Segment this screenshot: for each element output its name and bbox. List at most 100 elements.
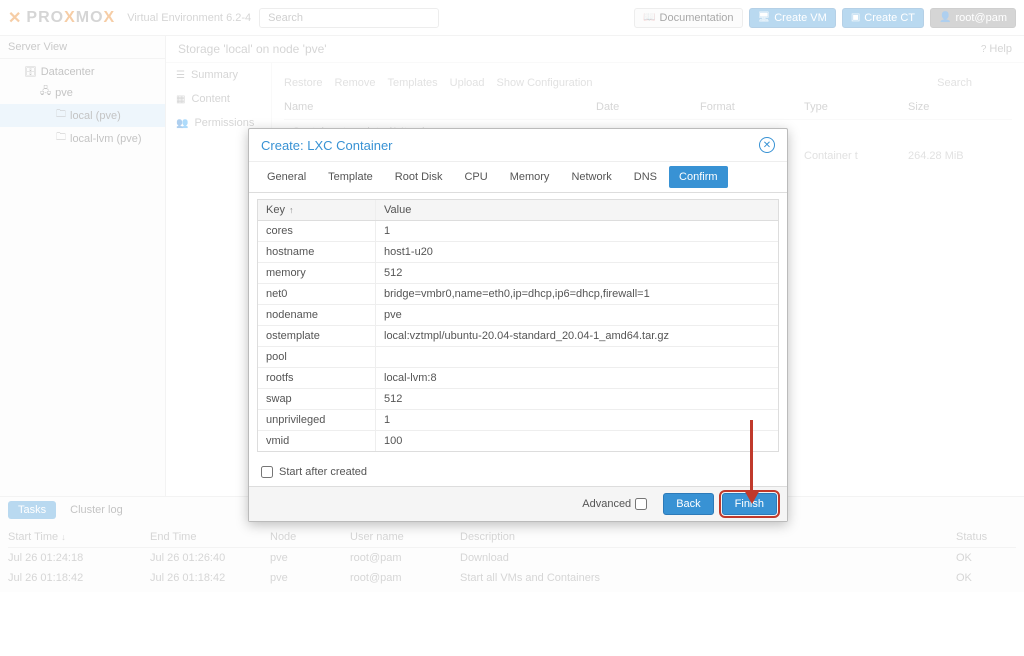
advanced-label: Advanced — [582, 498, 631, 510]
tree-node-pve[interactable]: 🖧pve — [0, 81, 165, 104]
modal-footer: Advanced Back Finish — [249, 486, 787, 521]
book-icon: 📖 — [643, 12, 655, 23]
advanced-checkbox[interactable] — [635, 498, 647, 510]
node-icon: 🖧 — [40, 84, 51, 101]
config-value: local:vztmpl/ubuntu-20.04-standard_20.04… — [376, 326, 778, 346]
config-row[interactable]: nodenamepve — [258, 305, 778, 326]
tab-summary[interactable]: ☰Summary — [166, 63, 271, 87]
search-input[interactable] — [259, 8, 439, 28]
config-table: Key↑ Value cores1hostnamehost1-u20memory… — [257, 199, 779, 452]
tab-tasks[interactable]: Tasks — [8, 501, 56, 519]
col-end-time[interactable]: End Time — [150, 531, 270, 543]
help-button[interactable]: ?Help — [981, 42, 1012, 56]
config-value: pve — [376, 305, 778, 325]
wizard-tab-confirm[interactable]: Confirm — [669, 166, 728, 188]
wizard-tab-template[interactable]: Template — [318, 166, 383, 188]
col-value[interactable]: Value — [376, 200, 778, 220]
cube-icon: ▣ — [851, 12, 860, 23]
start-after-created-label: Start after created — [279, 466, 367, 478]
sidebar-view-selector[interactable]: Server View — [0, 36, 165, 59]
config-value: 1 — [376, 410, 778, 430]
wizard-tab-network[interactable]: Network — [561, 166, 621, 188]
tree-datacenter[interactable]: 🗄Datacenter — [0, 63, 165, 81]
config-row[interactable]: swap512 — [258, 389, 778, 410]
storage-icon: 🗀 — [56, 107, 66, 124]
show-config-button[interactable]: Show Configuration — [497, 77, 593, 89]
config-row[interactable]: ostemplatelocal:vztmpl/ubuntu-20.04-stan… — [258, 326, 778, 347]
config-row[interactable]: net0bridge=vmbr0,name=eth0,ip=dhcp,ip6=d… — [258, 284, 778, 305]
wizard-tab-cpu[interactable]: CPU — [454, 166, 497, 188]
config-row[interactable]: unprivileged1 — [258, 410, 778, 431]
task-row[interactable]: Jul 26 01:24:18Jul 26 01:26:40pveroot@pa… — [8, 548, 1016, 568]
task-row[interactable]: Jul 26 01:18:42Jul 26 01:18:42pveroot@pa… — [8, 568, 1016, 588]
sort-down-icon: ↓ — [61, 532, 66, 542]
config-key: cores — [258, 221, 376, 241]
content-header: Storage 'local' on node 'pve' ?Help — [166, 36, 1024, 63]
col-description[interactable]: Description — [460, 531, 956, 543]
col-node[interactable]: Node — [270, 531, 350, 543]
config-value: 1 — [376, 221, 778, 241]
product-name: Virtual Environment 6.2-4 — [127, 12, 251, 24]
config-key: vmid — [258, 431, 376, 451]
logo: ✕ PROXMOX — [8, 8, 115, 28]
col-start-time[interactable]: Start Time ↓ — [8, 531, 150, 543]
config-key: pool — [258, 347, 376, 367]
col-type[interactable]: Type — [804, 101, 908, 113]
remove-button[interactable]: Remove — [335, 77, 376, 89]
config-key: unprivileged — [258, 410, 376, 430]
wizard-tab-general[interactable]: General — [257, 166, 316, 188]
col-size[interactable]: Size — [908, 101, 1012, 113]
close-icon: ✕ — [763, 140, 771, 151]
close-button[interactable]: ✕ — [759, 137, 775, 153]
server-icon: 🗄 — [24, 67, 37, 78]
config-value: 512 — [376, 263, 778, 283]
content-table-header: Name Date Format Type Size — [284, 95, 1012, 120]
monitor-icon: 🖥 — [758, 12, 771, 23]
tab-content[interactable]: ▦Content — [166, 87, 271, 111]
start-after-created-checkbox[interactable] — [261, 466, 273, 478]
config-row[interactable]: hostnamehost1-u20 — [258, 242, 778, 263]
tab-cluster-log[interactable]: Cluster log — [60, 501, 133, 519]
col-name[interactable]: Name — [284, 101, 596, 113]
config-value: 512 — [376, 389, 778, 409]
upload-button[interactable]: Upload — [450, 77, 485, 89]
create-ct-button[interactable]: ▣Create CT — [842, 8, 924, 28]
tree-storage-local[interactable]: 🗀local (pve) — [0, 104, 165, 127]
user-menu-button[interactable]: 👤root@pam — [930, 8, 1016, 28]
config-key: hostname — [258, 242, 376, 262]
wizard-tab-root-disk[interactable]: Root Disk — [385, 166, 453, 188]
col-format[interactable]: Format — [700, 101, 804, 113]
col-date[interactable]: Date — [596, 101, 700, 113]
wizard-tab-dns[interactable]: DNS — [624, 166, 667, 188]
finish-button[interactable]: Finish — [722, 493, 777, 515]
config-row[interactable]: pool — [258, 347, 778, 368]
config-row[interactable]: memory512 — [258, 263, 778, 284]
config-value: 100 — [376, 431, 778, 451]
col-key[interactable]: Key↑ — [258, 200, 376, 220]
config-key: net0 — [258, 284, 376, 304]
config-key: nodename — [258, 305, 376, 325]
documentation-button[interactable]: 📖Documentation — [634, 8, 742, 28]
wizard-tab-memory[interactable]: Memory — [500, 166, 560, 188]
config-key: memory — [258, 263, 376, 283]
back-button[interactable]: Back — [663, 493, 713, 515]
config-value — [376, 347, 778, 367]
config-key: swap — [258, 389, 376, 409]
resource-tree: 🗄Datacenter 🖧pve 🗀local (pve) 🗀local-lvm… — [0, 59, 165, 154]
config-row[interactable]: rootfslocal-lvm:8 — [258, 368, 778, 389]
toolbar-search-label: Search — [937, 77, 972, 89]
logo-x-icon: ✕ — [8, 8, 22, 28]
top-bar: ✕ PROXMOX Virtual Environment 6.2-4 📖Doc… — [0, 0, 1024, 36]
restore-button[interactable]: Restore — [284, 77, 323, 89]
create-vm-button[interactable]: 🖥Create VM — [749, 8, 836, 28]
help-icon: ? — [981, 44, 987, 55]
wizard-tabs: GeneralTemplateRoot DiskCPUMemoryNetwork… — [249, 162, 787, 193]
content-title: Storage 'local' on node 'pve' — [178, 42, 327, 56]
col-user[interactable]: User name — [350, 531, 460, 543]
config-row[interactable]: vmid100 — [258, 431, 778, 451]
grid-icon: ▦ — [176, 94, 185, 105]
templates-button[interactable]: Templates — [388, 77, 438, 89]
tree-storage-local-lvm[interactable]: 🗀local-lvm (pve) — [0, 127, 165, 150]
config-row[interactable]: cores1 — [258, 221, 778, 242]
col-status[interactable]: Status — [956, 531, 1016, 543]
